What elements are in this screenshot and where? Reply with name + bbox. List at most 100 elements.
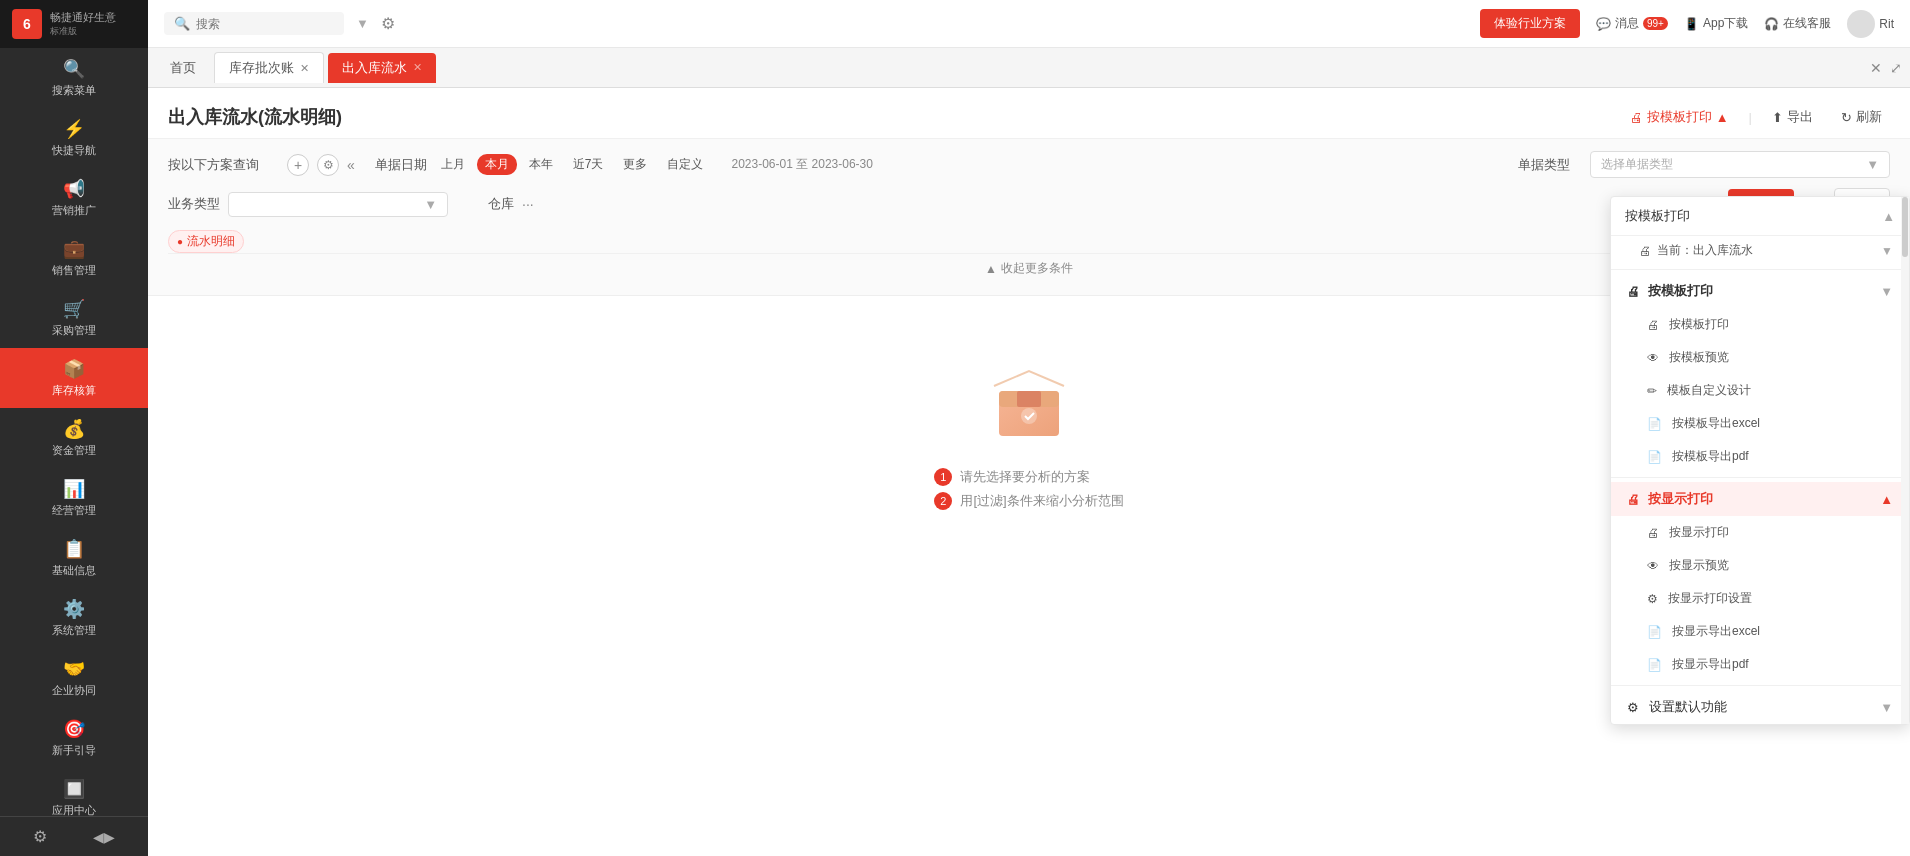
design-template[interactable]: ✏ 模板自定义设计 (1611, 374, 1909, 407)
shortcut-this-month[interactable]: 本月 (477, 154, 517, 175)
export-pdf-template[interactable]: 📄 按模板导出pdf (1611, 440, 1909, 473)
sidebar-item-label: 快捷导航 (52, 143, 96, 158)
document-type-select[interactable]: 选择单据类型 ▼ (1590, 151, 1890, 178)
sidebar-item-label: 资金管理 (52, 443, 96, 458)
finance-icon: 💰 (63, 418, 85, 440)
sales-icon: 💼 (63, 238, 85, 260)
inventory-icon: 📦 (63, 358, 85, 380)
dropdown-scrollbar[interactable] (1901, 197, 1909, 724)
pdf-icon: 📄 (1647, 658, 1662, 672)
sidebar-item-purchase[interactable]: 🛒 采购管理 (0, 288, 148, 348)
online-service-button[interactable]: 🎧 在线客服 (1764, 15, 1831, 32)
close-window-button[interactable]: ✕ (1870, 60, 1882, 76)
print-by-template[interactable]: 🖨 按模板打印 (1611, 308, 1909, 341)
search-input[interactable] (196, 17, 334, 31)
fold-icon[interactable]: ◀▶ (93, 829, 115, 845)
cooperation-icon: 🤝 (63, 658, 85, 680)
app-download-button[interactable]: 📱 App下载 (1684, 15, 1748, 32)
purchase-icon: 🛒 (63, 298, 85, 320)
empty-steps: 1 请先选择要分析的方案 2 用[过滤]条件来缩小分析范围 (934, 468, 1123, 510)
export-excel-display[interactable]: 📄 按显示导出excel (1611, 615, 1909, 648)
tab-inventory-batch[interactable]: 库存批次账 ✕ (214, 52, 324, 83)
refresh-button[interactable]: ↻ 刷新 (1833, 104, 1890, 130)
newuser-icon: 🎯 (63, 718, 85, 740)
sidebar-item-quicknav[interactable]: ⚡ 快捷导航 (0, 108, 148, 168)
filter-settings-button[interactable]: ⚙ (317, 154, 339, 176)
print-template-button[interactable]: 🖨 按模板打印 ▲ (1622, 104, 1737, 130)
print-icon: 🖨 (1630, 110, 1643, 125)
tab-home[interactable]: 首页 (156, 53, 210, 83)
type-label: 单据类型 (1518, 156, 1570, 174)
sidebar-item-cooperation[interactable]: 🤝 企业协同 (0, 648, 148, 708)
template-print-section[interactable]: 🖨 按模板打印 ▼ (1611, 274, 1909, 308)
phone-icon: 📱 (1684, 17, 1699, 31)
print-dropdown: 按模板打印 ▲ 🖨 当前：出入库流水 ▼ 🖨 按模板打印 ▼ 🖨 (1610, 196, 1910, 725)
user-name: Rit (1879, 17, 1894, 31)
separator: | (1749, 110, 1752, 125)
date-label: 单据日期 (375, 156, 427, 174)
date-filter: 单据日期 上月 本月 本年 近7天 更多 自定义 (375, 154, 712, 175)
collapse-up-icon: ▲ (985, 262, 997, 276)
sidebar-item-marketing[interactable]: 📢 营销推广 (0, 168, 148, 228)
user-avatar[interactable]: Rit (1847, 10, 1894, 38)
print-settings-display[interactable]: ⚙ 按显示打印设置 (1611, 582, 1909, 615)
online-service-label: 在线客服 (1783, 15, 1831, 32)
sidebar-item-sales[interactable]: 💼 销售管理 (0, 228, 148, 288)
shortcut-custom[interactable]: 自定义 (659, 154, 711, 175)
set-default-function[interactable]: ⚙ 设置默认功能 ▼ (1611, 690, 1909, 724)
sidebar-item-newuser[interactable]: 🎯 新手引导 (0, 708, 148, 768)
topbar-dropdown-arrow[interactable]: ▼ (356, 16, 369, 31)
maximize-window-button[interactable]: ⤢ (1890, 60, 1902, 76)
sidebar-item-label: 企业协同 (52, 683, 96, 698)
refresh-icon: ↻ (1841, 110, 1852, 125)
sidebar-item-label: 系统管理 (52, 623, 96, 638)
sidebar-logo: 6 畅捷通好生意 标准版 (0, 0, 148, 48)
tab-close-inventory-batch[interactable]: ✕ (300, 62, 309, 75)
print-dropdown-close[interactable]: ▲ (1882, 209, 1895, 224)
settings-icon[interactable]: ⚙ (33, 827, 47, 846)
export-pdf-display[interactable]: 📄 按显示导出pdf (1611, 648, 1909, 681)
avatar (1847, 10, 1875, 38)
select-arrow: ▼ (1866, 157, 1879, 172)
business-type-select[interactable]: ▼ (228, 192, 448, 217)
basic-icon: 📋 (63, 538, 85, 560)
shortcut-7days[interactable]: 近7天 (565, 154, 612, 175)
export-excel-template[interactable]: 📄 按模板导出excel (1611, 407, 1909, 440)
tab-home-label: 首页 (170, 59, 196, 77)
sidebar-item-inventory[interactable]: 📦 库存核算 (0, 348, 148, 408)
shortcut-more[interactable]: 更多 (615, 154, 655, 175)
tab-flow[interactable]: 出入库流水 ✕ (328, 53, 436, 83)
industry-solution-button[interactable]: 体验行业方案 (1480, 9, 1580, 38)
shortcut-last-month[interactable]: 上月 (433, 154, 473, 175)
sidebar-item-search[interactable]: 🔍 搜索菜单 (0, 48, 148, 108)
preview-by-display[interactable]: 👁 按显示预览 (1611, 549, 1909, 582)
sidebar-item-operations[interactable]: 📊 经营管理 (0, 468, 148, 528)
preview-by-template[interactable]: 👁 按模板预览 (1611, 341, 1909, 374)
svg-rect-2 (1017, 391, 1041, 407)
warehouse-more-button[interactable]: ··· (522, 196, 534, 212)
sidebar-item-finance[interactable]: 💰 资金管理 (0, 408, 148, 468)
sidebar-item-basic[interactable]: 📋 基础信息 (0, 528, 148, 588)
headset-icon: 🎧 (1764, 17, 1779, 31)
print-by-display[interactable]: 🖨 按显示打印 (1611, 516, 1909, 549)
topbar-search-box: 🔍 (164, 12, 344, 35)
tab-label: 库存批次账 (229, 59, 294, 77)
export-button[interactable]: ⬆ 导出 (1764, 104, 1821, 130)
tab-close-flow[interactable]: ✕ (413, 61, 422, 74)
tab-label: 出入库流水 (342, 59, 407, 77)
svg-point-3 (1021, 408, 1037, 424)
message-button[interactable]: 💬 消息 99+ (1596, 15, 1668, 32)
version-badge: 标准版 (50, 25, 116, 38)
display-print-section[interactable]: 🖨 按显示打印 ▲ (1611, 482, 1909, 516)
sidebar-item-appcenter[interactable]: 🔲 应用中心 (0, 768, 148, 816)
topbar-settings-icon[interactable]: ⚙ (381, 14, 395, 33)
empty-step-2: 2 用[过滤]条件来缩小分析范围 (934, 492, 1123, 510)
message-icon: 💬 (1596, 17, 1611, 31)
print-item-icon: 🖨 (1647, 526, 1659, 540)
shortcut-this-year[interactable]: 本年 (521, 154, 561, 175)
sidebar-item-system[interactable]: ⚙️ 系统管理 (0, 588, 148, 648)
filter-add-button[interactable]: + (287, 154, 309, 176)
step-2-text: 用[过滤]条件来缩小分析范围 (960, 492, 1123, 510)
filter-collapse-left[interactable]: « (347, 157, 355, 173)
content-tools: 🖨 按模板打印 ▲ | ⬆ 导出 ↻ 刷新 (1622, 104, 1890, 130)
